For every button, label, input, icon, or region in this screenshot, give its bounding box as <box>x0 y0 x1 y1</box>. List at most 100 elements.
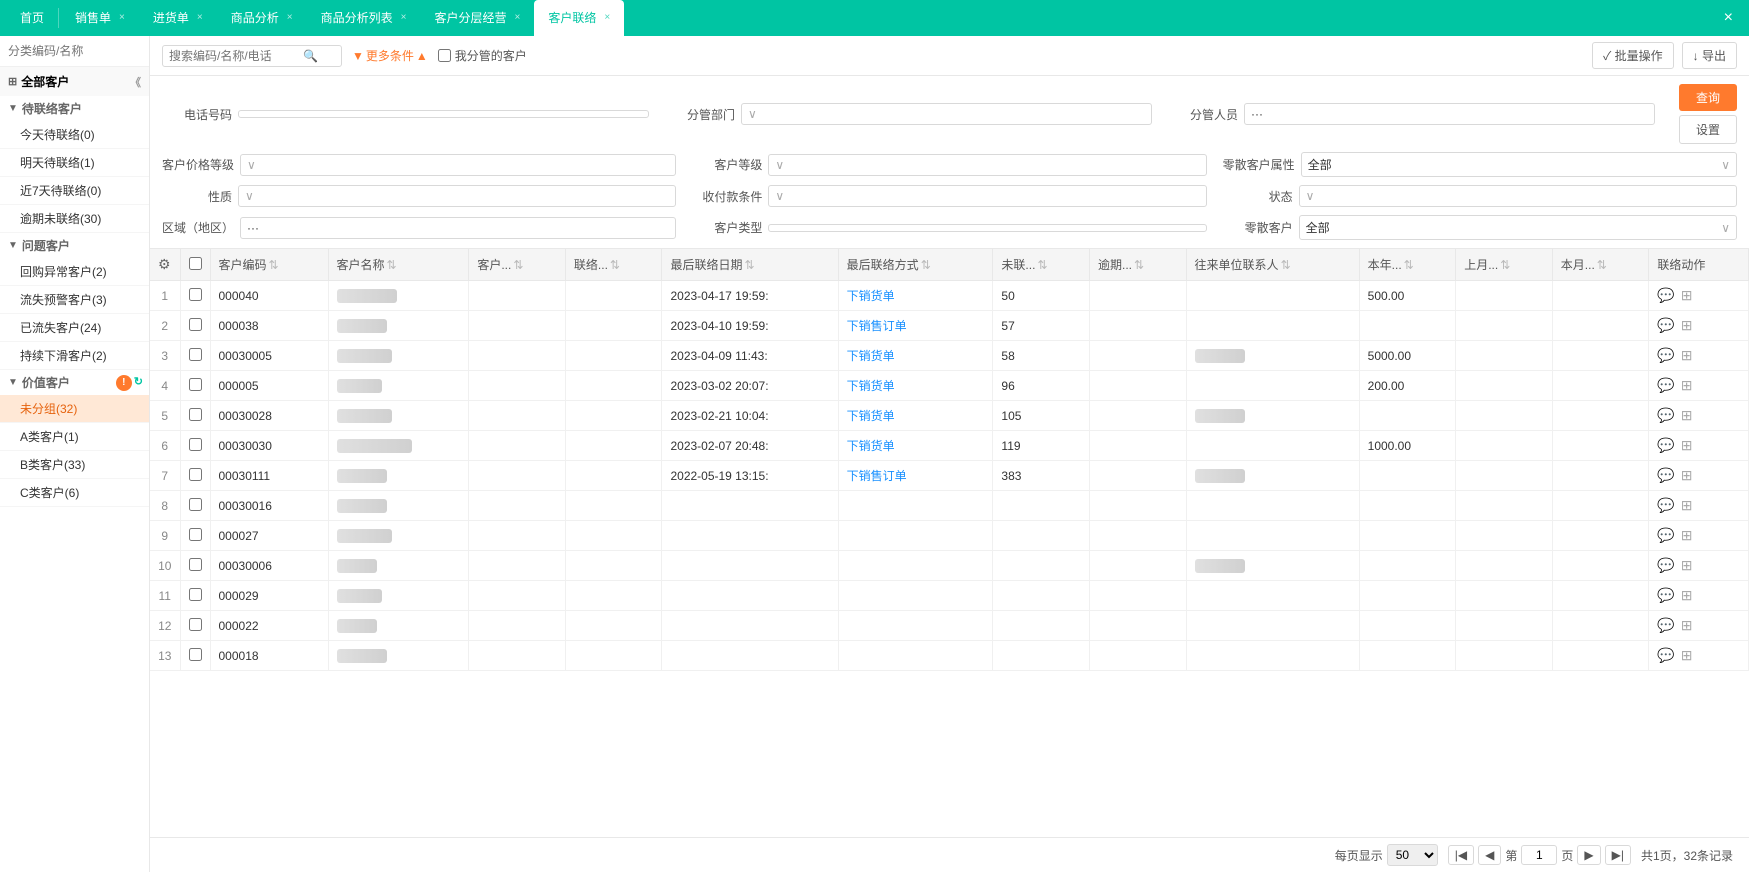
customer-level-input[interactable]: ∨ <box>768 154 1206 176</box>
sidebar-all-customers[interactable]: ⊞ 全部客户 《 <box>0 67 149 96</box>
sidebar-item-class-c[interactable]: C类客户(6) <box>0 479 149 507</box>
grid-action-icon-8[interactable]: ⊞ <box>1681 527 1693 544</box>
grid-action-icon-4[interactable]: ⊞ <box>1681 407 1693 424</box>
type-sort[interactable]: ⇅ <box>513 258 523 272</box>
reset-button[interactable]: 设置 <box>1679 115 1737 144</box>
message-icon-3[interactable]: 💬 <box>1657 377 1674 394</box>
row-checkbox-8[interactable] <box>189 528 202 541</box>
method-link-3[interactable]: 下销货单 <box>847 379 895 393</box>
row-checkbox-11[interactable] <box>189 618 202 631</box>
window-close-button[interactable]: × <box>1716 9 1741 26</box>
batch-op-button[interactable]: ✓ 批量操作 <box>1592 42 1674 69</box>
row-checkbox-3[interactable] <box>189 378 202 391</box>
nav-close-segmentation[interactable]: × <box>514 0 520 36</box>
method-link-2[interactable]: 下销货单 <box>847 349 895 363</box>
method-link-6[interactable]: 下销售订单 <box>847 469 907 483</box>
grid-action-icon-10[interactable]: ⊞ <box>1681 587 1693 604</box>
grid-action-icon-9[interactable]: ⊞ <box>1681 557 1693 574</box>
grid-action-icon-12[interactable]: ⊞ <box>1681 647 1693 664</box>
sidebar-item-week[interactable]: 近7天待联络(0) <box>0 177 149 205</box>
sidebar-item-tomorrow[interactable]: 明天待联络(1) <box>0 149 149 177</box>
grid-action-icon-0[interactable]: ⊞ <box>1681 287 1693 304</box>
sidebar-item-lost[interactable]: 已流失客户(24) <box>0 314 149 342</box>
row-checkbox-7[interactable] <box>189 498 202 511</box>
name-sort[interactable]: ⇅ <box>387 258 397 272</box>
method-link-4[interactable]: 下销货单 <box>847 409 895 423</box>
message-icon-1[interactable]: 💬 <box>1657 317 1674 334</box>
status-input[interactable]: ∨ <box>1299 185 1737 207</box>
message-icon-10[interactable]: 💬 <box>1657 587 1674 604</box>
dept-input[interactable]: ∨ <box>741 103 1152 125</box>
sidebar-value-section[interactable]: ▼ 价值客户 ! ↻ <box>0 370 149 395</box>
nav-product-analysis[interactable]: 商品分析 × <box>217 0 307 36</box>
row-checkbox-1[interactable] <box>189 318 202 331</box>
next-page-button[interactable]: ▶ <box>1577 845 1600 865</box>
row-checkbox-6[interactable] <box>189 468 202 481</box>
last-page-button[interactable]: ▶| <box>1605 845 1631 865</box>
message-icon-11[interactable]: 💬 <box>1657 617 1674 634</box>
nav-close-product-list[interactable]: × <box>401 0 407 36</box>
first-page-button[interactable]: |◀ <box>1448 845 1474 865</box>
sidebar-pending-section[interactable]: ▼ 待联络客户 <box>0 96 149 121</box>
tm-sort[interactable]: ⇅ <box>1597 258 1607 272</box>
query-button[interactable]: 查询 <box>1679 84 1737 111</box>
value-refresh-icon[interactable]: ↻ <box>134 375 143 391</box>
nav-close-contact[interactable]: × <box>604 0 610 36</box>
message-icon-5[interactable]: 💬 <box>1657 437 1674 454</box>
message-icon-8[interactable]: 💬 <box>1657 527 1674 544</box>
prev-page-button[interactable]: ◀ <box>1478 845 1501 865</box>
counterpart-sort[interactable]: ⇅ <box>1281 258 1291 272</box>
sidebar-item-class-b[interactable]: B类客户(33) <box>0 451 149 479</box>
method-link-1[interactable]: 下销售订单 <box>847 319 907 333</box>
year-sort[interactable]: ⇅ <box>1404 258 1414 272</box>
grid-action-icon-1[interactable]: ⊞ <box>1681 317 1693 334</box>
message-icon-7[interactable]: 💬 <box>1657 497 1674 514</box>
filter-search-icon[interactable]: 🔍 <box>303 49 318 63</box>
retail-attr-input[interactable]: 全部 ∨ <box>1301 152 1737 177</box>
sidebar-item-ungroup[interactable]: 未分组(32) <box>0 395 149 423</box>
retail-customer-input[interactable]: 全部 ∨ <box>1299 215 1737 240</box>
sidebar-item-class-a[interactable]: A类客户(1) <box>0 423 149 451</box>
gear-icon[interactable]: ⚙ <box>158 256 171 272</box>
nature-input[interactable]: ∨ <box>238 185 676 207</box>
my-customers-checkbox[interactable] <box>438 49 451 62</box>
row-checkbox-12[interactable] <box>189 648 202 661</box>
nav-sales-order[interactable]: 销售单 × <box>61 0 139 36</box>
row-checkbox-10[interactable] <box>189 588 202 601</box>
per-page-select[interactable]: 50 100 200 <box>1387 844 1438 866</box>
message-icon-6[interactable]: 💬 <box>1657 467 1674 484</box>
sidebar-collapse-icon[interactable]: 《 <box>130 74 141 90</box>
unlinkd-sort[interactable]: ⇅ <box>1037 258 1047 272</box>
grid-action-icon-5[interactable]: ⊞ <box>1681 437 1693 454</box>
message-icon-2[interactable]: 💬 <box>1657 347 1674 364</box>
sidebar-problem-section[interactable]: ▼ 问题客户 <box>0 233 149 258</box>
method-link-5[interactable]: 下销货单 <box>847 439 895 453</box>
nav-close-purchase[interactable]: × <box>197 0 203 36</box>
message-icon-12[interactable]: 💬 <box>1657 647 1674 664</box>
select-all-checkbox[interactable] <box>189 257 202 270</box>
row-checkbox-4[interactable] <box>189 408 202 421</box>
grid-action-icon-6[interactable]: ⊞ <box>1681 467 1693 484</box>
sidebar-item-declining[interactable]: 持续下滑客户(2) <box>0 342 149 370</box>
nav-customer-contact[interactable]: 客户联络 × <box>534 0 624 36</box>
region-dots[interactable]: ··· <box>247 221 259 235</box>
grid-action-icon-11[interactable]: ⊞ <box>1681 617 1693 634</box>
nav-close-sales[interactable]: × <box>119 0 125 36</box>
page-number-input[interactable] <box>1521 845 1557 865</box>
sidebar-item-churn-warning[interactable]: 流失预警客户(3) <box>0 286 149 314</box>
row-checkbox-2[interactable] <box>189 348 202 361</box>
method-sort[interactable]: ⇅ <box>921 258 931 272</box>
filter-search-input[interactable] <box>169 49 299 63</box>
price-level-input[interactable]: ∨ <box>240 154 676 176</box>
manager-dots[interactable]: ··· <box>1251 107 1263 121</box>
date-sort[interactable]: ⇅ <box>744 258 754 272</box>
grid-action-icon-2[interactable]: ⊞ <box>1681 347 1693 364</box>
nav-purchase-order[interactable]: 进货单 × <box>139 0 217 36</box>
grid-action-icon-3[interactable]: ⊞ <box>1681 377 1693 394</box>
nav-close-product-analysis[interactable]: × <box>287 0 293 36</box>
manager-input[interactable]: ··· <box>1244 103 1655 125</box>
nav-product-analysis-list[interactable]: 商品分析列表 × <box>307 0 421 36</box>
overdue-sort[interactable]: ⇅ <box>1134 258 1144 272</box>
contact-sort[interactable]: ⇅ <box>610 258 620 272</box>
sidebar-item-overdue[interactable]: 逾期未联络(30) <box>0 205 149 233</box>
